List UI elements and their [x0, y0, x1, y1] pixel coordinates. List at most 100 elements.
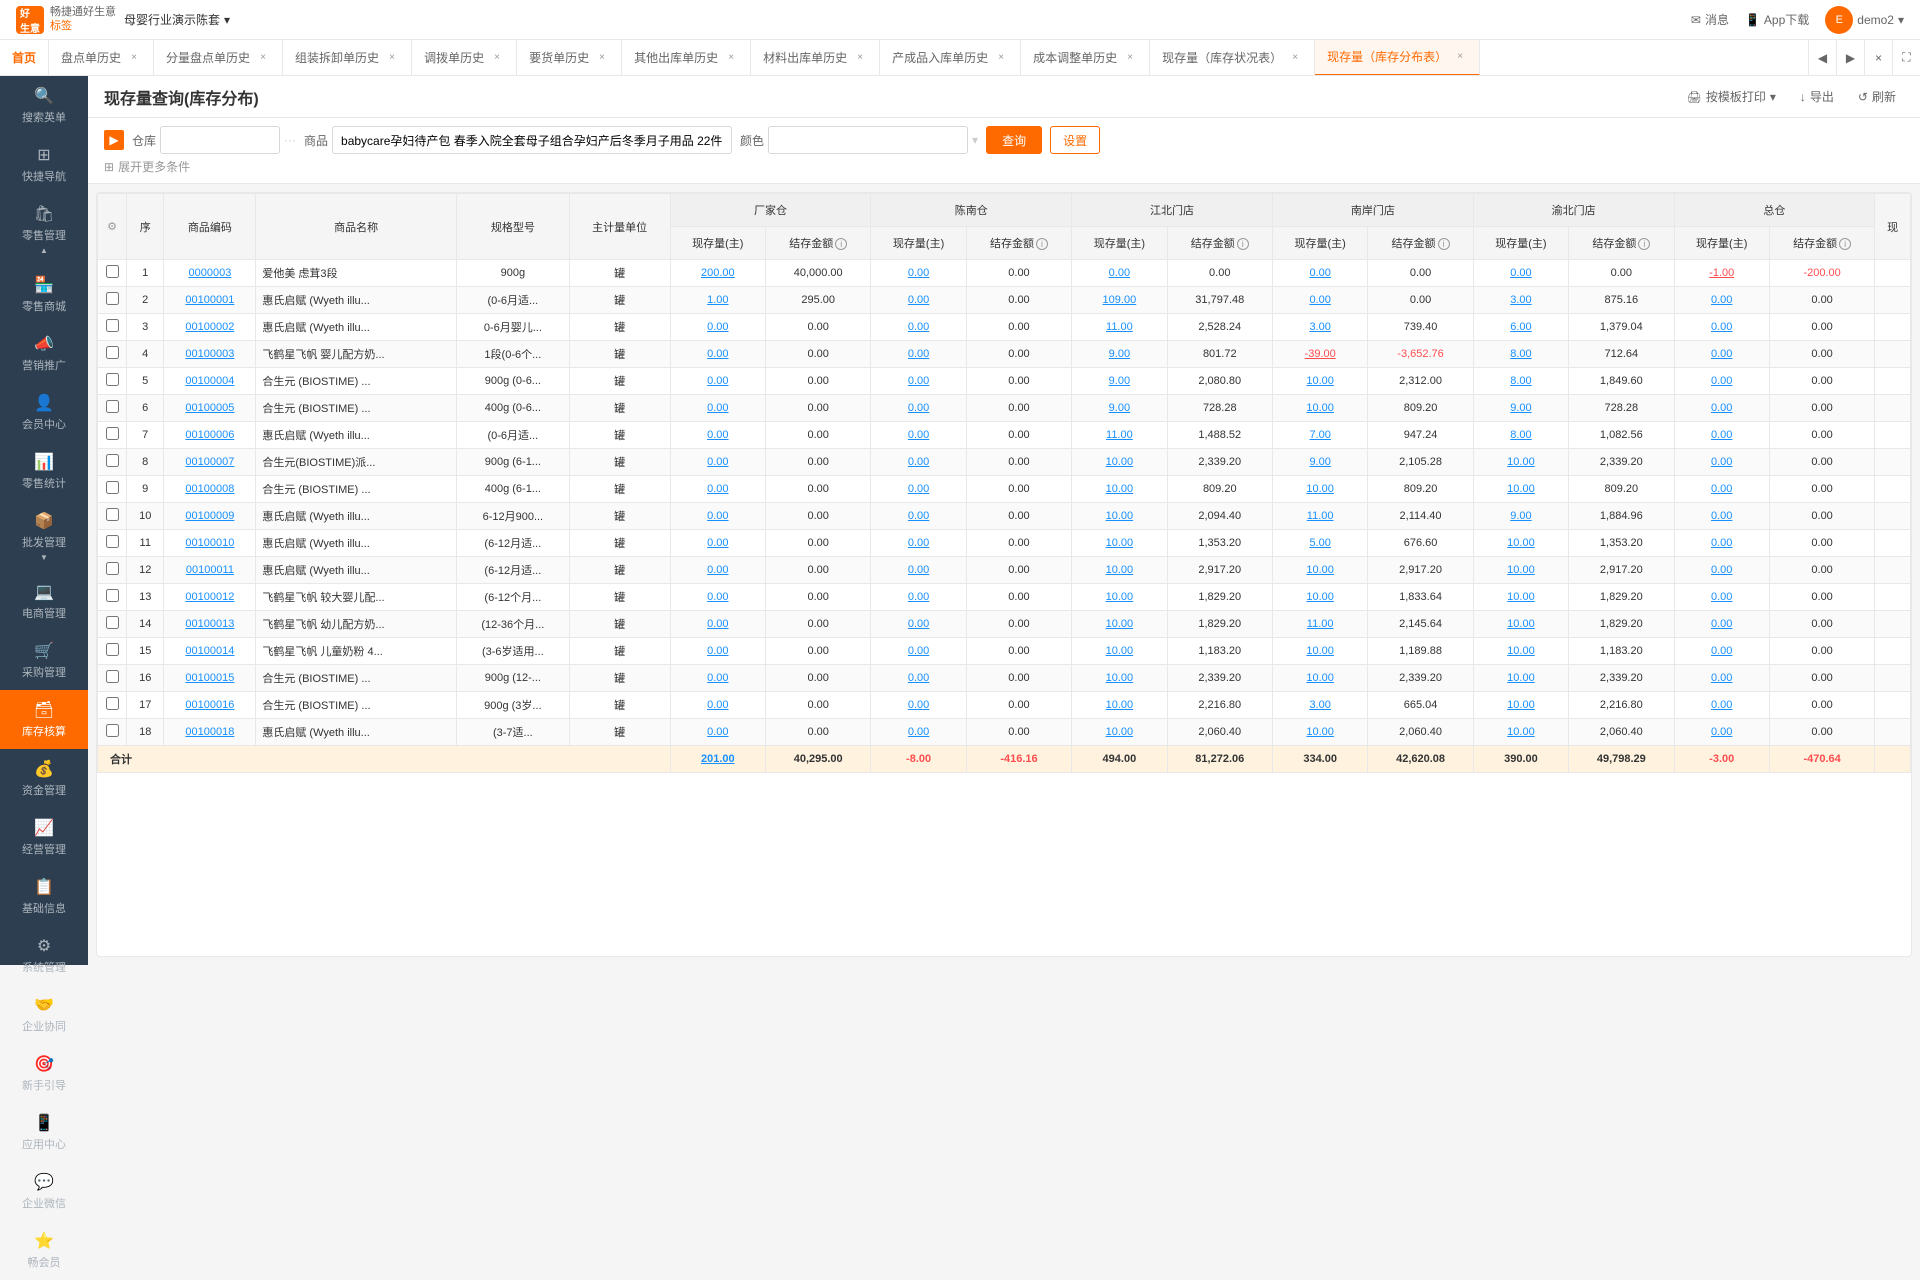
cell-jiangbei-qty[interactable]: 10.00 — [1072, 476, 1167, 503]
cell-checkbox[interactable] — [98, 611, 127, 638]
cell-chennan-qty[interactable]: 0.00 — [871, 584, 966, 611]
cell-chennan-qty[interactable]: 0.00 — [871, 260, 966, 287]
warehouse-input[interactable] — [160, 126, 280, 154]
cell-factory-qty[interactable]: 0.00 — [670, 530, 765, 557]
color-input[interactable] — [768, 126, 968, 154]
cell-checkbox[interactable] — [98, 287, 127, 314]
industry-selector[interactable]: 母婴行业演示陈套 ▾ — [124, 11, 230, 28]
sidebar-item-purchase[interactable]: 🛒 采购管理 — [0, 631, 88, 690]
cell-nanan-qty[interactable]: 5.00 — [1272, 530, 1367, 557]
cell-nanan-qty[interactable]: 10.00 — [1272, 476, 1367, 503]
info-icon[interactable]: i — [1237, 238, 1249, 250]
cell-total-qty[interactable]: 0.00 — [1674, 584, 1769, 611]
cell-chennan-qty[interactable]: 0.00 — [871, 395, 966, 422]
cell-checkbox[interactable] — [98, 341, 127, 368]
cell-jiangbei-qty[interactable]: 10.00 — [1072, 530, 1167, 557]
cell-factory-qty[interactable]: 0.00 — [670, 611, 765, 638]
cell-total-qty[interactable]: -1.00 — [1674, 260, 1769, 287]
cell-nanan-qty[interactable]: 3.00 — [1272, 314, 1367, 341]
cell-total-qty[interactable]: 0.00 — [1674, 287, 1769, 314]
cell-checkbox[interactable] — [98, 557, 127, 584]
sidebar-item-marketing[interactable]: 📣 营销推广 — [0, 324, 88, 383]
cell-code[interactable]: 00100015 — [164, 665, 256, 692]
cell-chennan-qty[interactable]: 0.00 — [871, 692, 966, 719]
sidebar-item-basic[interactable]: 📋 基础信息 — [0, 867, 88, 926]
cell-nanan-qty[interactable]: 0.00 — [1272, 260, 1367, 287]
sidebar-item-inventory[interactable]: 🗃 库存核算 — [0, 690, 88, 749]
tab-diaob[interactable]: 调拨单历史 × — [412, 40, 517, 76]
cell-jiangbei-qty[interactable]: 10.00 — [1072, 638, 1167, 665]
info-icon[interactable]: i — [1638, 238, 1650, 250]
sidebar-item-appcenter[interactable]: 📱 应用中心 — [0, 1103, 88, 1162]
cell-nanan-qty[interactable]: 0.00 — [1272, 287, 1367, 314]
cell-chennan-qty[interactable]: 0.00 — [871, 503, 966, 530]
cell-factory-qty[interactable]: 0.00 — [670, 692, 765, 719]
cell-factory-qty[interactable]: 0.00 — [670, 422, 765, 449]
cell-checkbox[interactable] — [98, 530, 127, 557]
cell-yubei-qty[interactable]: 6.00 — [1473, 314, 1568, 341]
cell-jiangbei-qty[interactable]: 10.00 — [1072, 503, 1167, 530]
close-icon[interactable]: × — [127, 51, 141, 65]
cell-factory-qty[interactable]: 0.00 — [670, 449, 765, 476]
cell-nanan-qty[interactable]: 10.00 — [1272, 584, 1367, 611]
settings-btn[interactable]: 设置 — [1050, 126, 1100, 154]
cell-total-qty[interactable]: 0.00 — [1674, 557, 1769, 584]
cell-chennan-qty[interactable]: 0.00 — [871, 530, 966, 557]
cell-chennan-qty[interactable]: 0.00 — [871, 665, 966, 692]
cell-yubei-qty[interactable]: 8.00 — [1473, 368, 1568, 395]
sidebar-item-system[interactable]: ⚙ 系统管理 — [0, 926, 88, 985]
cell-yubei-qty[interactable]: 10.00 — [1473, 692, 1568, 719]
cell-factory-qty[interactable]: 0.00 — [670, 503, 765, 530]
cell-chennan-qty[interactable]: 0.00 — [871, 611, 966, 638]
print-btn[interactable]: 🖨 按模板打印 ▾ — [1679, 84, 1784, 109]
tab-chanpin[interactable]: 产成品入库单历史 × — [880, 40, 1021, 76]
cell-code[interactable]: 00100016 — [164, 692, 256, 719]
tab-chengben[interactable]: 成本调整单历史 × — [1021, 40, 1150, 76]
query-btn[interactable]: 查询 — [986, 126, 1042, 154]
cell-jiangbei-qty[interactable]: 9.00 — [1072, 368, 1167, 395]
close-icon[interactable]: × — [853, 51, 867, 65]
cell-yubei-qty[interactable]: 10.00 — [1473, 665, 1568, 692]
cell-code[interactable]: 00100005 — [164, 395, 256, 422]
cell-code[interactable]: 00100001 — [164, 287, 256, 314]
cell-factory-qty[interactable]: 0.00 — [670, 719, 765, 746]
sidebar-item-wholesale[interactable]: 📦 批发管理 ▼ — [0, 501, 88, 572]
cell-yubei-qty[interactable]: 9.00 — [1473, 395, 1568, 422]
nav-close-btn[interactable]: × — [1864, 40, 1892, 76]
tab-material[interactable]: 材料出库单历史 × — [751, 40, 880, 76]
cell-jiangbei-qty[interactable]: 10.00 — [1072, 557, 1167, 584]
close-icon[interactable]: × — [724, 51, 738, 65]
sidebar-item-member[interactable]: 👤 会员中心 — [0, 383, 88, 442]
cell-code[interactable]: 00100007 — [164, 449, 256, 476]
cell-total-qty[interactable]: 0.00 — [1674, 341, 1769, 368]
cell-code[interactable]: 00100004 — [164, 368, 256, 395]
cell-code[interactable]: 00100013 — [164, 611, 256, 638]
cell-factory-qty[interactable]: 0.00 — [670, 368, 765, 395]
nav-left-btn[interactable]: ◀ — [1808, 40, 1836, 76]
cell-code[interactable]: 00100006 — [164, 422, 256, 449]
sidebar-item-vip[interactable]: ⭐ 畅会员 — [0, 1221, 88, 1280]
cell-chennan-qty[interactable]: 0.00 — [871, 638, 966, 665]
cell-jiangbei-qty[interactable]: 10.00 — [1072, 584, 1167, 611]
close-icon[interactable]: × — [1453, 50, 1467, 64]
cell-jiangbei-qty[interactable]: 11.00 — [1072, 314, 1167, 341]
cell-yubei-qty[interactable]: 10.00 — [1473, 584, 1568, 611]
sidebar-item-weixin[interactable]: 💬 企业微信 — [0, 1162, 88, 1221]
close-icon[interactable]: × — [994, 51, 1008, 65]
info-icon[interactable]: i — [1438, 238, 1450, 250]
cell-checkbox[interactable] — [98, 638, 127, 665]
cell-checkbox[interactable] — [98, 368, 127, 395]
filter-expand[interactable]: ⊞ 展开更多条件 — [104, 158, 1904, 175]
cell-total-qty[interactable]: 0.00 — [1674, 611, 1769, 638]
cell-factory-qty[interactable]: 0.00 — [670, 314, 765, 341]
cell-nanan-qty[interactable]: 10.00 — [1272, 557, 1367, 584]
cell-checkbox[interactable] — [98, 449, 127, 476]
cell-checkbox[interactable] — [98, 395, 127, 422]
cell-checkbox[interactable] — [98, 692, 127, 719]
cell-nanan-qty[interactable]: 10.00 — [1272, 665, 1367, 692]
cell-nanan-qty[interactable]: 11.00 — [1272, 611, 1367, 638]
cell-yubei-qty[interactable]: 10.00 — [1473, 530, 1568, 557]
cell-total-qty[interactable]: 0.00 — [1674, 476, 1769, 503]
cell-chennan-qty[interactable]: 0.00 — [871, 557, 966, 584]
cell-chennan-qty[interactable]: 0.00 — [871, 287, 966, 314]
